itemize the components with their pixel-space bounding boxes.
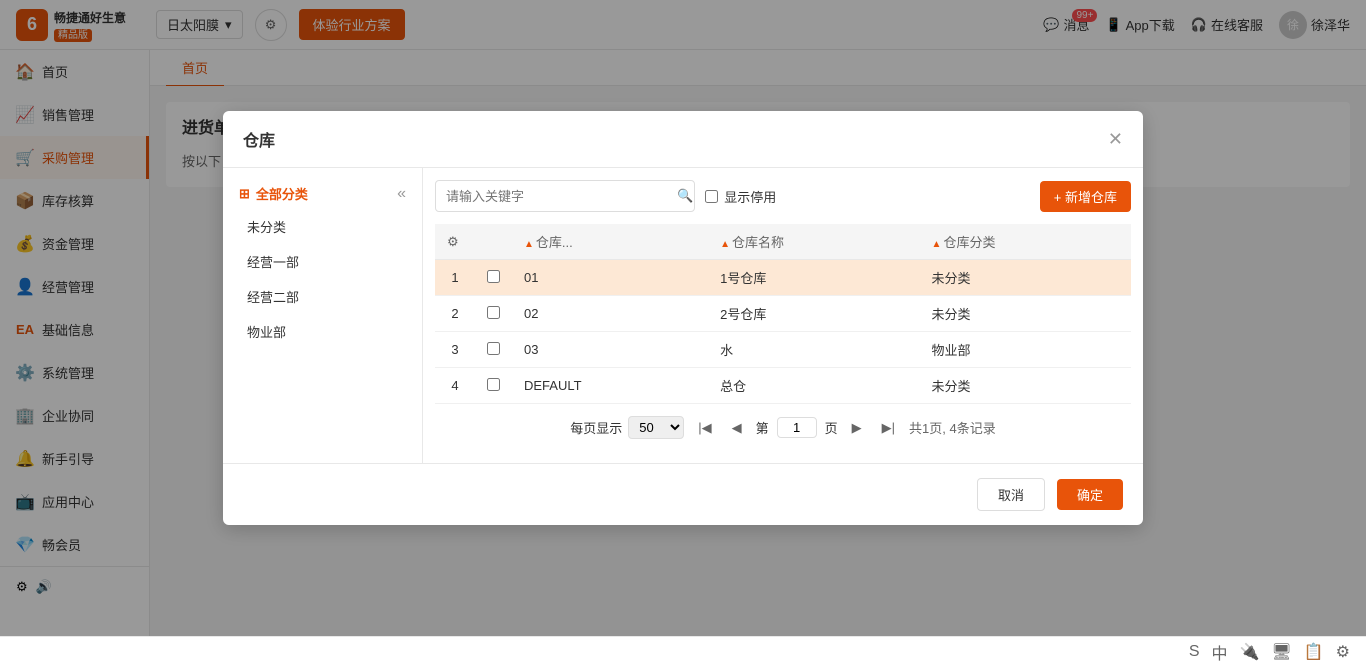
first-page-button[interactable]: |◀ bbox=[692, 418, 717, 438]
table-header-row: ⚙ ▲仓库... ▲仓库名称 ▲仓库分类 bbox=[435, 224, 1131, 260]
dialog-footer: 取消 确定 bbox=[223, 463, 1143, 525]
sort-icon: ▲ bbox=[932, 239, 942, 250]
show-disabled-checkbox[interactable] bbox=[705, 190, 718, 203]
page-suffix: 页 bbox=[825, 418, 838, 437]
per-page-select[interactable]: 50 100 200 bbox=[628, 416, 684, 439]
table-row[interactable]: 3 03 水 物业部 bbox=[435, 332, 1131, 368]
row-name: 2号仓库 bbox=[708, 296, 919, 332]
prev-page-button[interactable]: ◀ bbox=[726, 418, 748, 438]
row-code: DEFAULT bbox=[512, 368, 708, 404]
search-input[interactable] bbox=[435, 180, 695, 212]
row-check[interactable] bbox=[475, 332, 512, 368]
statusbar-icon-2: 中 bbox=[1211, 640, 1227, 664]
dialog-title: 仓库 bbox=[243, 127, 275, 151]
dialog-header: 仓库 ✕ bbox=[223, 111, 1143, 168]
th-name: ▲仓库名称 bbox=[708, 224, 919, 260]
row-category: 物业部 bbox=[920, 332, 1131, 368]
th-check bbox=[475, 224, 512, 260]
table-row[interactable]: 4 DEFAULT 总仓 未分类 bbox=[435, 368, 1131, 404]
table-row[interactable]: 2 02 2号仓库 未分类 bbox=[435, 296, 1131, 332]
row-category: 未分类 bbox=[920, 368, 1131, 404]
row-name: 总仓 bbox=[708, 368, 919, 404]
table-container: ⚙ ▲仓库... ▲仓库名称 ▲仓库分类 bbox=[435, 224, 1131, 404]
row-check[interactable] bbox=[475, 368, 512, 404]
grid-icon: ⊞ bbox=[239, 186, 250, 202]
show-disabled-label[interactable]: 显示停用 bbox=[705, 187, 776, 206]
th-code: ▲仓库... bbox=[512, 224, 708, 260]
th-gear: ⚙ bbox=[435, 224, 475, 260]
category-panel: ⊞ 全部分类 « 未分类 经营一部 经营二部 物业部 bbox=[223, 168, 423, 463]
row-index: 3 bbox=[435, 332, 475, 368]
sort-icon: ▲ bbox=[524, 239, 534, 250]
table-head: ⚙ ▲仓库... ▲仓库名称 ▲仓库分类 bbox=[435, 224, 1131, 260]
page-input[interactable] bbox=[777, 417, 817, 438]
row-name: 1号仓库 bbox=[708, 260, 919, 296]
last-page-button[interactable]: ▶| bbox=[876, 418, 901, 438]
dialog-overlay: 仓库 ✕ ⊞ 全部分类 « 未分类 经营一部 经营二部 物业部 bbox=[0, 0, 1366, 636]
category-item-dept2[interactable]: 经营二部 bbox=[223, 279, 422, 314]
search-icon[interactable]: 🔍 bbox=[677, 188, 693, 204]
statusbar-icon-5: 📋 bbox=[1304, 642, 1324, 662]
statusbar-icon-6: ⚙ bbox=[1336, 642, 1350, 662]
cancel-button[interactable]: 取消 bbox=[977, 478, 1045, 511]
row-code: 01 bbox=[512, 260, 708, 296]
pagination: 每页显示 50 100 200 |◀ ◀ 第 页 ▶ ▶| 共1页, 4条记录 bbox=[435, 404, 1131, 451]
table-toolbar: 🔍 显示停用 + 新增仓库 bbox=[435, 180, 1131, 212]
statusbar-icon-1: S bbox=[1189, 643, 1200, 661]
row-check[interactable] bbox=[475, 296, 512, 332]
warehouse-table: ⚙ ▲仓库... ▲仓库名称 ▲仓库分类 bbox=[435, 224, 1131, 404]
row-name: 水 bbox=[708, 332, 919, 368]
row-code: 02 bbox=[512, 296, 708, 332]
sort-icon: ▲ bbox=[720, 239, 730, 250]
th-category: ▲仓库分类 bbox=[920, 224, 1131, 260]
next-page-button[interactable]: ▶ bbox=[846, 418, 868, 438]
table-panel: 🔍 显示停用 + 新增仓库 ⚙ bbox=[423, 168, 1143, 463]
category-collapse-button[interactable]: « bbox=[397, 185, 406, 203]
category-item-uncategorized[interactable]: 未分类 bbox=[223, 209, 422, 244]
row-category: 未分类 bbox=[920, 260, 1131, 296]
table-row[interactable]: 1 01 1号仓库 未分类 bbox=[435, 260, 1131, 296]
page-info: 共1页, 4条记录 bbox=[909, 418, 996, 437]
category-all[interactable]: ⊞ 全部分类 bbox=[239, 184, 308, 203]
row-code: 03 bbox=[512, 332, 708, 368]
row-index: 4 bbox=[435, 368, 475, 404]
statusbar: S 中 🔌 🖥 📋 ⚙ bbox=[0, 636, 1366, 666]
page-label: 第 bbox=[756, 418, 769, 437]
dialog-close-button[interactable]: ✕ bbox=[1108, 129, 1123, 150]
row-category: 未分类 bbox=[920, 296, 1131, 332]
category-header: ⊞ 全部分类 « bbox=[223, 178, 422, 209]
table-body: 1 01 1号仓库 未分类 2 02 2号仓库 bbox=[435, 260, 1131, 404]
confirm-button[interactable]: 确定 bbox=[1057, 479, 1123, 510]
row-check[interactable] bbox=[475, 260, 512, 296]
per-page-container: 每页显示 50 100 200 bbox=[570, 416, 684, 439]
category-item-property[interactable]: 物业部 bbox=[223, 314, 422, 349]
add-warehouse-button[interactable]: + 新增仓库 bbox=[1040, 181, 1131, 212]
statusbar-icon-3: 🔌 bbox=[1240, 642, 1260, 662]
row-index: 2 bbox=[435, 296, 475, 332]
row-index: 1 bbox=[435, 260, 475, 296]
statusbar-icon-4: 🖥 bbox=[1271, 642, 1291, 662]
category-item-dept1[interactable]: 经营一部 bbox=[223, 244, 422, 279]
dialog-body: ⊞ 全部分类 « 未分类 经营一部 经营二部 物业部 🔍 bbox=[223, 168, 1143, 463]
warehouse-dialog: 仓库 ✕ ⊞ 全部分类 « 未分类 经营一部 经营二部 物业部 bbox=[223, 111, 1143, 525]
